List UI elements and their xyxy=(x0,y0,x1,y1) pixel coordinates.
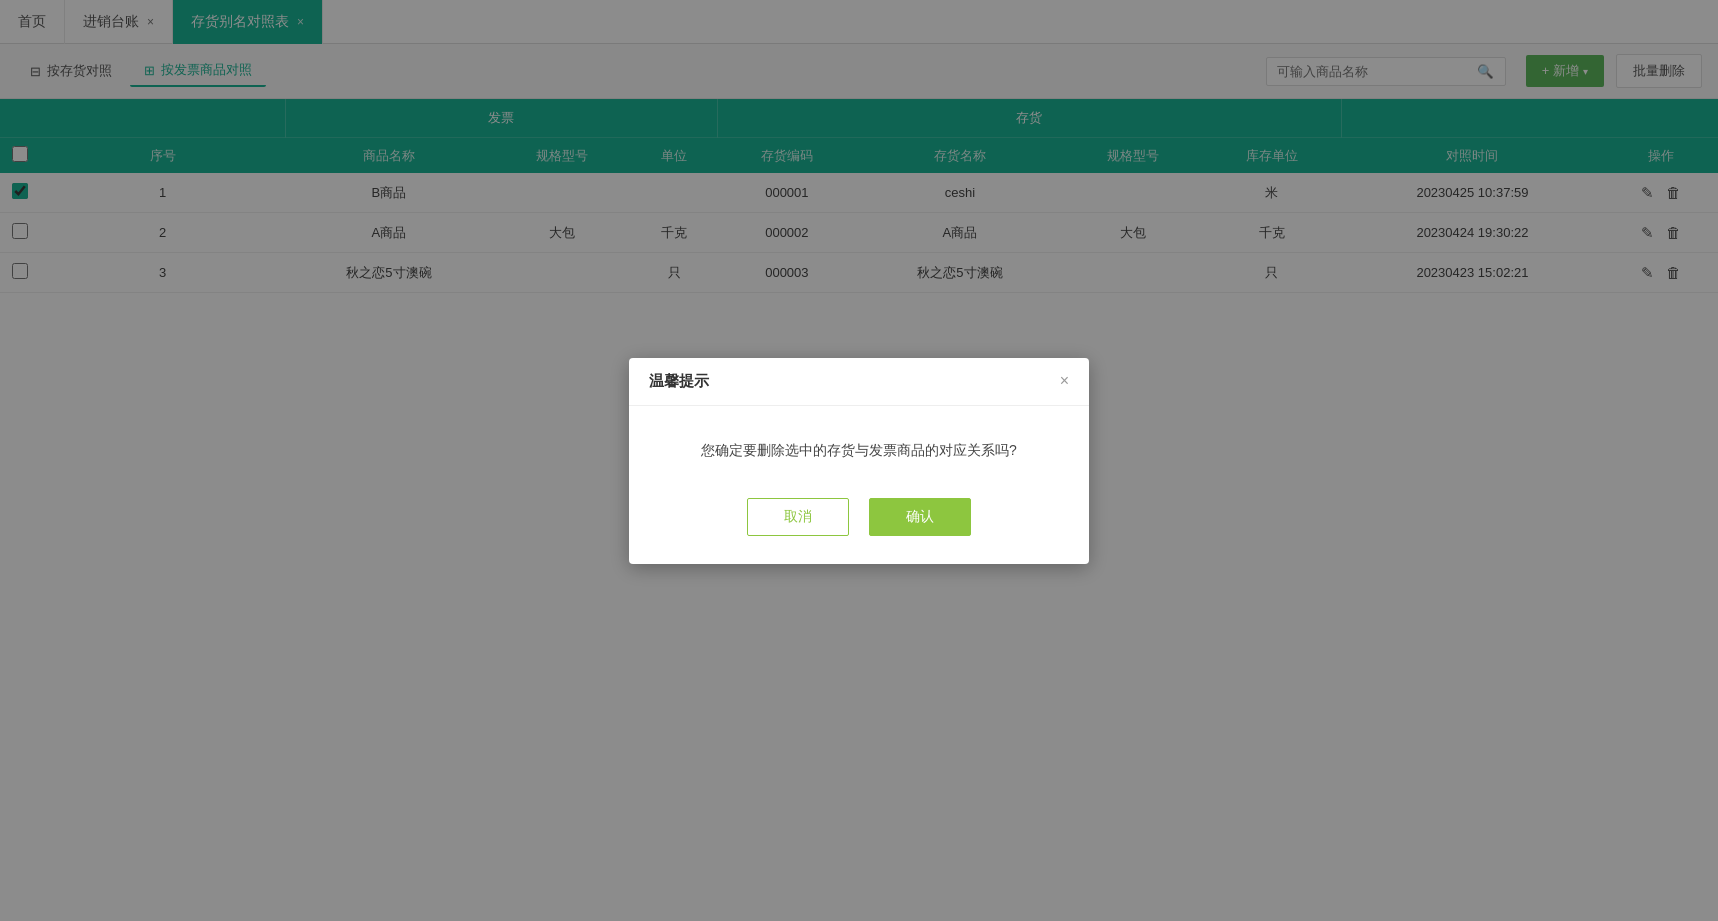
confirm-button[interactable]: 确认 xyxy=(869,498,971,536)
dialog-close-button[interactable]: × xyxy=(1060,373,1069,389)
dialog-footer: 取消 确认 xyxy=(629,488,1089,564)
dialog-body: 您确定要删除选中的存货与发票商品的对应关系吗? xyxy=(629,406,1089,488)
confirm-dialog: 温馨提示 × 您确定要删除选中的存货与发票商品的对应关系吗? 取消 确认 xyxy=(629,358,1089,564)
modal-overlay: 温馨提示 × 您确定要删除选中的存货与发票商品的对应关系吗? 取消 确认 xyxy=(0,0,1718,921)
dialog-header: 温馨提示 × xyxy=(629,358,1089,406)
cancel-button[interactable]: 取消 xyxy=(747,498,849,536)
dialog-title: 温馨提示 xyxy=(649,372,709,391)
dialog-message: 您确定要删除选中的存货与发票商品的对应关系吗? xyxy=(701,442,1017,458)
